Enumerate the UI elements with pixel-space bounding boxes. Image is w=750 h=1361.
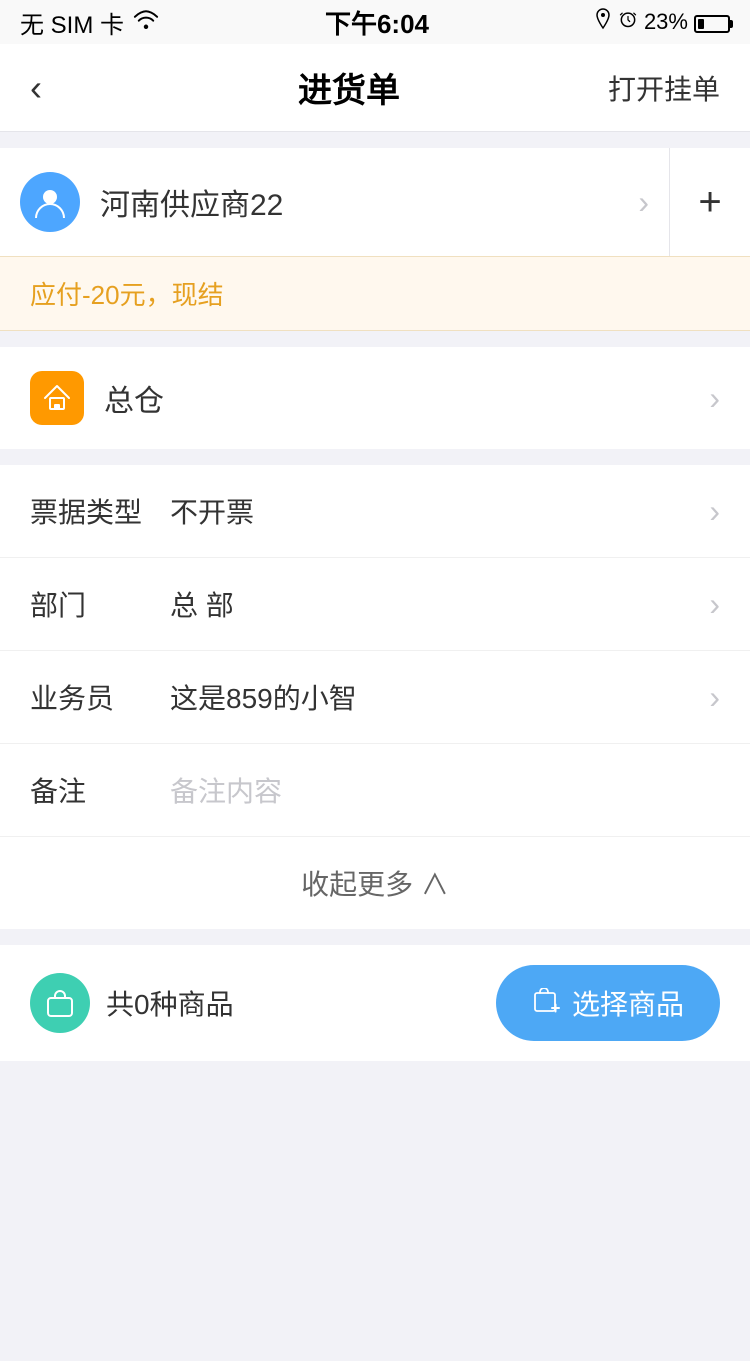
status-left: 无 SIM 卡 xyxy=(20,5,160,40)
supplier-selector[interactable]: 河南供应商22 › xyxy=(0,148,670,256)
warehouse-chevron-icon: › xyxy=(709,380,720,417)
select-goods-label: 选择商品 xyxy=(572,983,684,1023)
remark-placeholder: 备注内容 xyxy=(170,770,720,810)
warehouse-section[interactable]: 总仓 › xyxy=(0,347,750,449)
nav-title: 进货单 xyxy=(298,63,400,112)
goods-icon xyxy=(30,973,90,1033)
battery-label: 23% xyxy=(644,9,688,35)
collapse-section: 收起更多 ∧ xyxy=(0,836,750,929)
department-value: 总 部 xyxy=(170,584,699,624)
department-label: 部门 xyxy=(30,584,150,624)
remark-row[interactable]: 备注 备注内容 xyxy=(0,744,750,836)
supplier-section: 河南供应商22 › + xyxy=(0,148,750,256)
salesperson-label: 业务员 xyxy=(30,677,150,717)
invoice-type-chevron-icon: › xyxy=(709,493,720,530)
nav-bar: ‹ 进货单 打开挂单 xyxy=(0,44,750,132)
alarm-icon xyxy=(618,9,638,35)
department-row[interactable]: 部门 总 部 › xyxy=(0,558,750,651)
collapse-button[interactable]: 收起更多 ∧ xyxy=(301,863,449,903)
goods-count-text: 共0种商品 xyxy=(106,983,234,1023)
goods-count-area: 共0种商品 xyxy=(30,973,234,1033)
gray-area xyxy=(0,1061,750,1361)
invoice-type-row[interactable]: 票据类型 不开票 › xyxy=(0,465,750,558)
salesperson-chevron-icon: › xyxy=(709,679,720,716)
content: 河南供应商22 › + 应付-20元，现结 总仓 › 票据类型 不开票 › xyxy=(0,148,750,1361)
invoice-type-value: 不开票 xyxy=(170,491,699,531)
open-pending-button[interactable]: 打开挂单 xyxy=(608,68,720,108)
wifi-icon xyxy=(132,8,160,36)
status-time: 下午6:04 xyxy=(325,4,429,41)
notice-text: 应付-20元，现结 xyxy=(30,280,224,310)
back-button[interactable]: ‹ xyxy=(30,67,90,109)
salesperson-value: 这是859的小智 xyxy=(170,677,699,717)
invoice-type-label: 票据类型 xyxy=(30,491,150,531)
select-goods-icon xyxy=(532,988,562,1018)
salesperson-row[interactable]: 业务员 这是859的小智 › xyxy=(0,651,750,744)
notice-bar: 应付-20元，现结 xyxy=(0,256,750,331)
status-bar: 无 SIM 卡 下午6:04 23% xyxy=(0,0,750,44)
status-right: 23% xyxy=(594,8,730,36)
remark-label: 备注 xyxy=(30,770,150,810)
add-supplier-button[interactable]: + xyxy=(670,148,750,256)
location-icon xyxy=(594,8,612,36)
warehouse-name: 总仓 xyxy=(104,376,699,420)
bottom-bar: 共0种商品 选择商品 xyxy=(0,945,750,1061)
battery-icon xyxy=(694,9,730,35)
select-goods-button[interactable]: 选择商品 xyxy=(496,965,720,1041)
form-section: 票据类型 不开票 › 部门 总 部 › 业务员 这是859的小智 › 备注 备注… xyxy=(0,465,750,836)
supplier-chevron-icon: › xyxy=(638,184,649,221)
warehouse-icon xyxy=(30,371,84,425)
supplier-name: 河南供应商22 xyxy=(100,180,628,224)
department-chevron-icon: › xyxy=(709,586,720,623)
carrier-label: 无 SIM 卡 xyxy=(20,5,124,40)
supplier-avatar xyxy=(20,172,80,232)
